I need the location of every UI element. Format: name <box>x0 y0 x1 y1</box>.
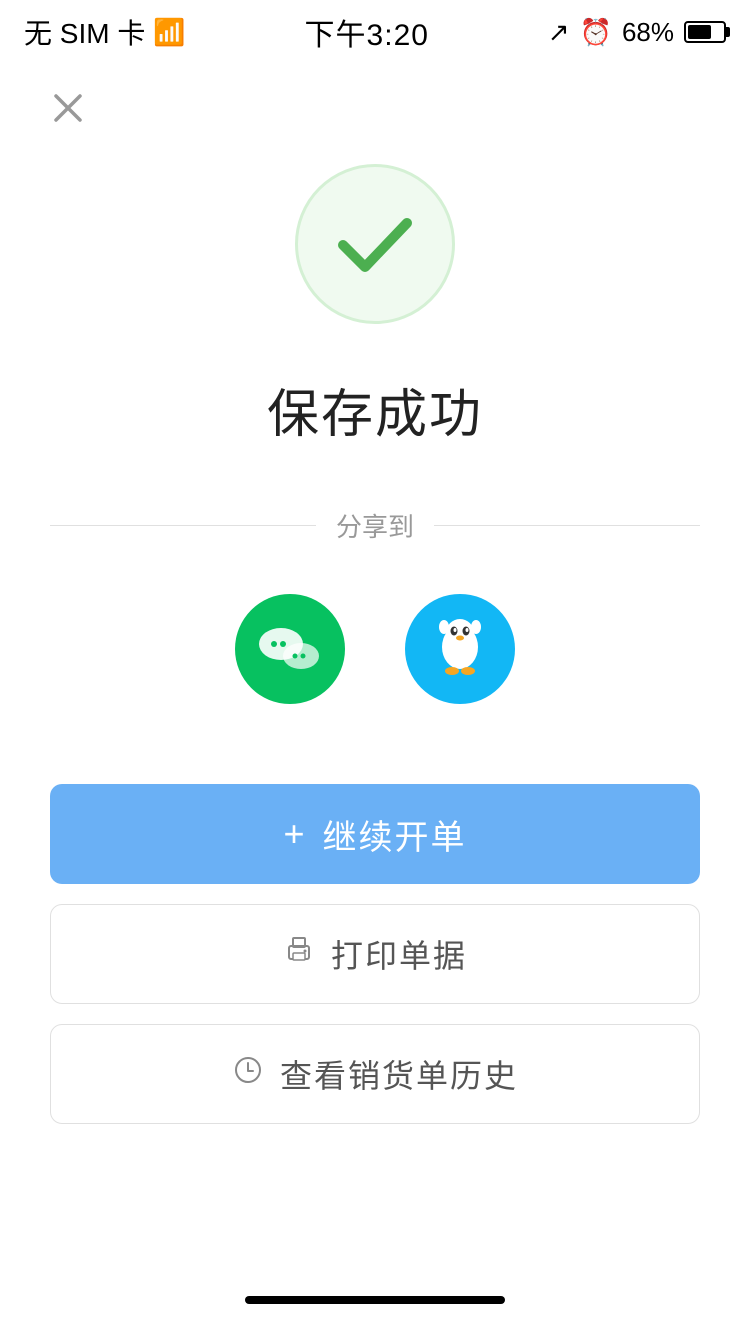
divider-line-left <box>50 525 316 526</box>
close-icon <box>50 90 86 126</box>
wifi-icon: 📶 <box>153 17 185 48</box>
divider-line-right <box>434 525 700 526</box>
wechat-share-button[interactable] <box>235 594 345 704</box>
share-divider: 分享到 <box>50 507 700 544</box>
status-right: ↗ ⏰ 68% <box>548 17 726 48</box>
alarm-icon: ⏰ <box>580 17 612 48</box>
battery-percent: 68% <box>622 17 674 48</box>
wechat-icon <box>257 622 323 676</box>
status-bar: 无 SIM 卡 📶 下午3:20 ↗ ⏰ 68% <box>0 0 750 64</box>
success-circle <box>295 164 455 324</box>
print-label: 打印单据 <box>331 931 467 977</box>
history-label: 查看销货单历史 <box>280 1051 518 1097</box>
nav-bar <box>0 1266 750 1334</box>
success-title: 保存成功 <box>267 372 483 447</box>
action-buttons: + 继续开单 打印单据 查看销货单历史 <box>50 784 700 1124</box>
home-indicator <box>245 1296 505 1304</box>
location-icon: ↗ <box>548 17 570 48</box>
print-button[interactable]: 打印单据 <box>50 904 700 1004</box>
qq-share-button[interactable] <box>405 594 515 704</box>
status-time: 下午3:20 <box>305 10 429 54</box>
history-button[interactable]: 查看销货单历史 <box>50 1024 700 1124</box>
sim-label: 无 SIM 卡 <box>24 12 145 52</box>
qq-icon <box>432 617 488 681</box>
battery-icon <box>684 21 726 43</box>
main-content: 保存成功 分享到 <box>0 64 750 1124</box>
status-left: 无 SIM 卡 📶 <box>24 12 186 52</box>
history-icon <box>232 1054 264 1094</box>
continue-order-label: 继续开单 <box>323 810 467 859</box>
share-icons <box>235 594 515 704</box>
plus-icon: + <box>283 813 306 855</box>
continue-order-button[interactable]: + 继续开单 <box>50 784 700 884</box>
checkmark-icon <box>335 209 415 279</box>
close-button[interactable] <box>40 80 96 136</box>
print-icon <box>283 934 315 974</box>
share-label: 分享到 <box>336 507 414 544</box>
